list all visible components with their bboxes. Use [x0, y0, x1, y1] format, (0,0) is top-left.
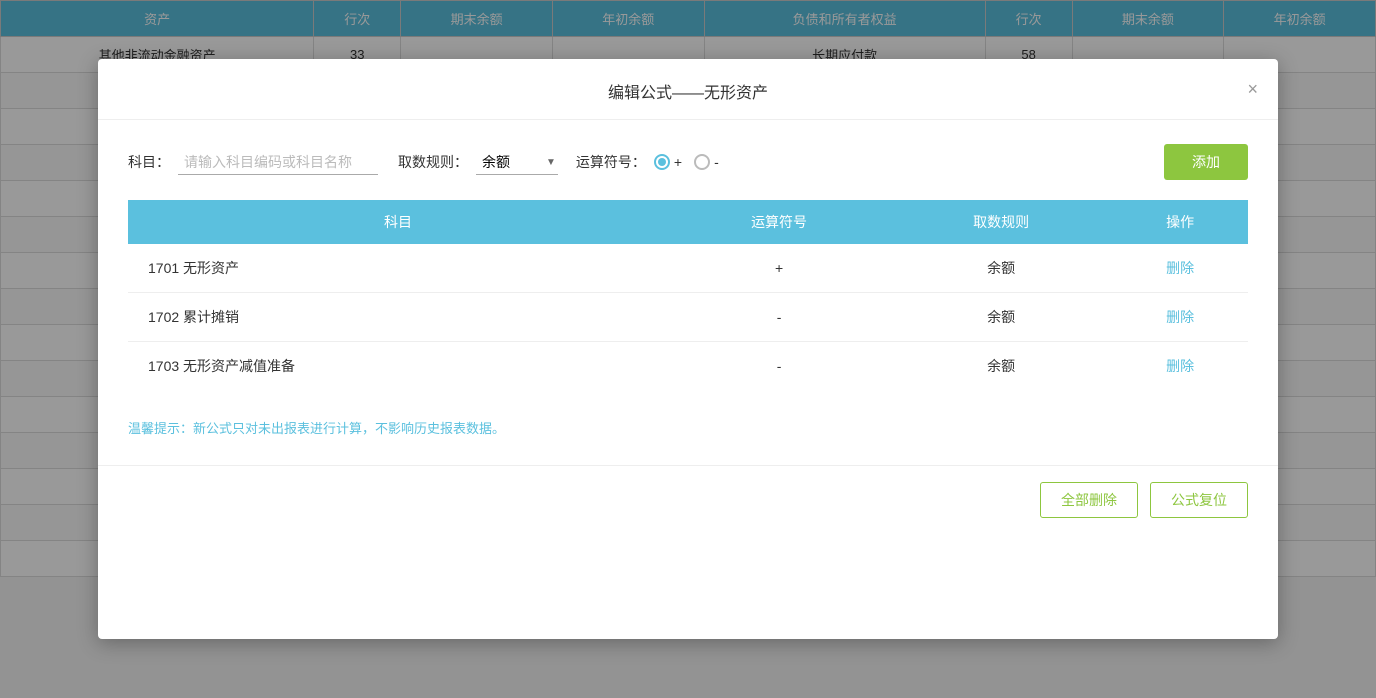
close-button[interactable]: ×	[1247, 80, 1258, 98]
rule-select-wrap: 余额 借方 贷方 借方累计 贷方累计 ▼	[476, 150, 556, 175]
cell-rule: 余额	[890, 293, 1112, 342]
delete-link[interactable]: 删除	[1166, 309, 1194, 325]
cell-action: 删除	[1112, 342, 1248, 391]
col-rule: 取数规则	[890, 200, 1112, 244]
modal-footer: 全部删除 公式复位	[98, 465, 1278, 538]
modal-body: 科目： 取数规则： 余额 借方 贷方 借方累计 贷方累计 ▼	[98, 120, 1278, 465]
subject-group: 科目：	[128, 150, 378, 175]
reset-button[interactable]: 公式复位	[1150, 482, 1248, 518]
radio-group: + -	[654, 154, 719, 170]
cell-rule: 余额	[890, 342, 1112, 391]
modal-header: 编辑公式——无形资产 ×	[98, 59, 1278, 120]
cell-action: 删除	[1112, 244, 1248, 293]
modal-dialog: 编辑公式——无形资产 × 科目： 取数规则： 余额 借方 贷方	[98, 59, 1278, 639]
delete-link[interactable]: 删除	[1166, 260, 1194, 276]
modal-title: 编辑公式——无形资产	[608, 85, 768, 102]
add-button[interactable]: 添加	[1164, 144, 1248, 180]
radio-minus[interactable]: -	[694, 154, 719, 170]
table-row: 1701 无形资产+余额 删除	[128, 244, 1248, 293]
subject-input[interactable]	[178, 150, 378, 175]
rule-label: 取数规则：	[398, 152, 468, 172]
cell-subject: 1703 无形资产减值准备	[128, 342, 668, 391]
radio-minus-circle	[694, 154, 710, 170]
delete-all-button[interactable]: 全部删除	[1040, 482, 1138, 518]
subject-label: 科目：	[128, 152, 170, 172]
rule-group: 取数规则： 余额 借方 贷方 借方累计 贷方累计 ▼	[398, 150, 556, 175]
cell-action: 删除	[1112, 293, 1248, 342]
rule-select[interactable]: 余额 借方 贷方 借方累计 贷方累计	[476, 150, 558, 175]
col-operator: 运算符号	[668, 200, 890, 244]
radio-plus[interactable]: +	[654, 154, 682, 170]
formula-table: 科目 运算符号 取数规则 操作 1701 无形资产+余额删除1702 累计摊销-…	[128, 200, 1248, 390]
radio-plus-circle	[654, 154, 670, 170]
table-row: 1702 累计摊销-余额 删除	[128, 293, 1248, 342]
cell-rule: 余额	[890, 244, 1112, 293]
cell-operator: -	[668, 293, 890, 342]
modal-overlay: 编辑公式——无形资产 × 科目： 取数规则： 余额 借方 贷方	[0, 0, 1376, 698]
col-action: 操作	[1112, 200, 1248, 244]
col-subject: 科目	[128, 200, 668, 244]
radio-plus-label: +	[674, 154, 682, 170]
delete-link[interactable]: 删除	[1166, 358, 1194, 374]
cell-subject: 1701 无形资产	[128, 244, 668, 293]
table-row: 1703 无形资产减值准备-余额 删除	[128, 342, 1248, 391]
operator-group: 运算符号： + -	[576, 152, 719, 172]
form-row: 科目： 取数规则： 余额 借方 贷方 借方累计 贷方累计 ▼	[128, 144, 1248, 180]
radio-minus-label: -	[714, 154, 719, 170]
operator-label: 运算符号：	[576, 152, 646, 172]
cell-subject: 1702 累计摊销	[128, 293, 668, 342]
hint-text: 温馨提示：新公式只对未出报表进行计算，不影响历史报表数据。	[128, 410, 1248, 445]
cell-operator: -	[668, 342, 890, 391]
cell-operator: +	[668, 244, 890, 293]
